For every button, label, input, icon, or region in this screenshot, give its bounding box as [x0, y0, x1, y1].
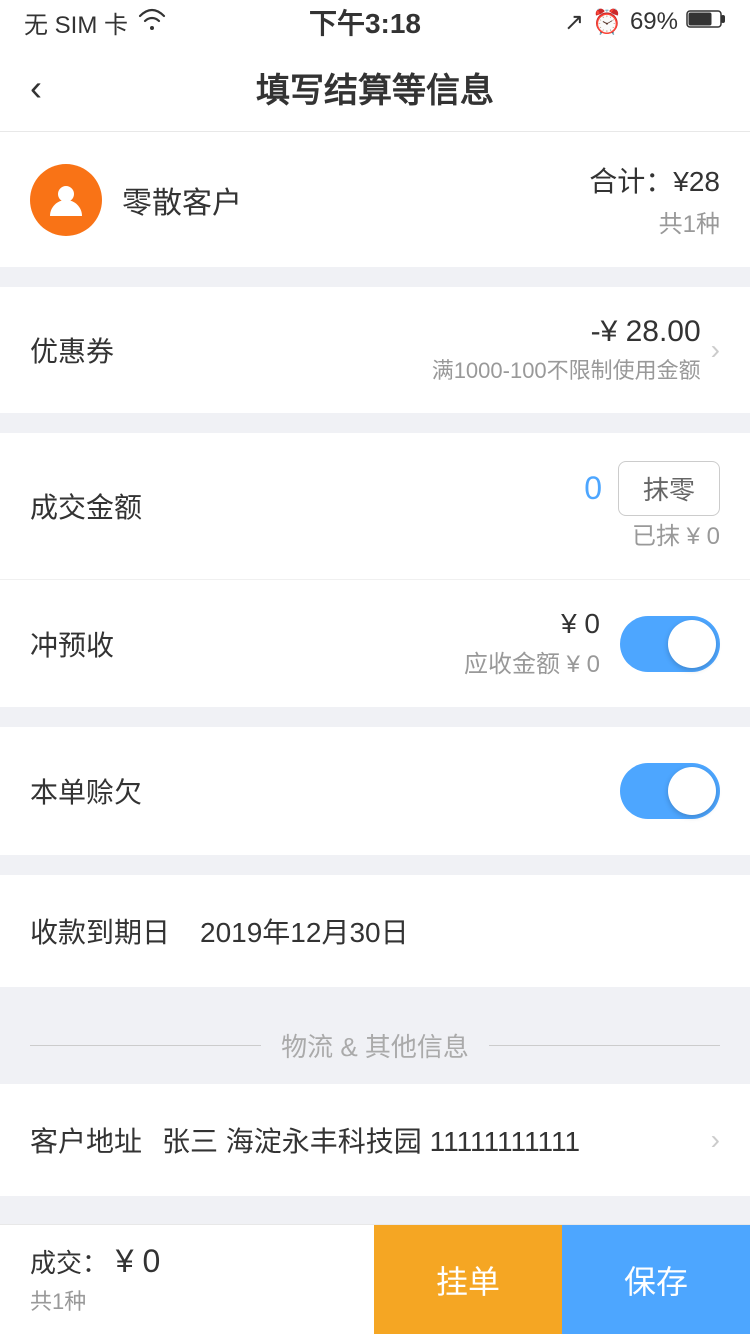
- toggle-knob: [668, 620, 716, 668]
- customer-info: 零散客户: [30, 164, 242, 236]
- divider-line-left: [30, 1045, 261, 1046]
- battery-text: 69%: [630, 8, 678, 36]
- amount-deducted: 已抹 ¥ 0: [584, 516, 720, 551]
- coupon-discount: -¥ 28.00: [432, 315, 701, 349]
- prepay-receivable: 应收金额 ¥ 0: [464, 644, 600, 679]
- status-bar: 无 SIM 卡 下午3:18 ↗ ⏰ 69%: [0, 0, 750, 44]
- battery-icon: [686, 8, 726, 36]
- due-date-label: 收款到期日: [30, 911, 170, 951]
- page-title: 填写结算等信息: [256, 63, 494, 112]
- transaction-row: 成交金额 0 抹零 已抹 ¥ 0: [0, 433, 750, 580]
- logistics-divider: 物流 & 其他信息: [0, 1007, 750, 1084]
- nav-bar: ‹ 填写结算等信息: [0, 44, 750, 132]
- coupon-description: 满1000-100不限制使用金额: [432, 353, 701, 385]
- transaction-value: 0: [584, 470, 602, 507]
- prepay-amounts: ¥ 0 应收金额 ¥ 0: [464, 608, 600, 679]
- divider-line-right: [489, 1045, 720, 1046]
- status-left: 无 SIM 卡: [24, 5, 166, 40]
- coupon-chevron-icon: ›: [711, 334, 720, 366]
- bottom-deal-amount: ¥ 0: [116, 1243, 160, 1279]
- save-button[interactable]: 保存: [562, 1225, 750, 1334]
- total-count: 共1种: [589, 204, 720, 239]
- total-amount: 合计：¥28: [589, 160, 720, 200]
- status-time: 下午3:18: [309, 2, 421, 42]
- prepay-row: 冲预收 ¥ 0 应收金额 ¥ 0: [0, 580, 750, 707]
- transaction-label: 成交金额: [30, 486, 142, 526]
- coupon-row[interactable]: 优惠券 -¥ 28.00 满1000-100不限制使用金额 ›: [0, 287, 750, 413]
- status-right: ↗ ⏰ 69%: [564, 8, 726, 37]
- transaction-value-row: 0 抹零: [584, 461, 720, 516]
- avatar: [30, 164, 102, 236]
- bottom-count: 共1种: [30, 1284, 344, 1316]
- debt-toggle-knob: [668, 767, 716, 815]
- prepay-amount: ¥ 0: [464, 608, 600, 640]
- due-date-value: 2019年12月30日: [200, 911, 409, 951]
- prepay-label: 冲预收: [30, 624, 114, 664]
- round-button[interactable]: 抹零: [618, 461, 720, 516]
- bottom-deal-row: 成交： ¥ 0: [30, 1243, 344, 1280]
- logistics-label: 物流 & 其他信息: [281, 1027, 469, 1064]
- debt-label: 本单赊欠: [30, 771, 142, 811]
- debt-row: 本单赊欠: [0, 727, 750, 855]
- customer-total: 合计：¥28 共1种: [589, 160, 720, 239]
- bottom-info: 成交： ¥ 0 共1种: [0, 1243, 374, 1316]
- sim-text: 无 SIM 卡: [24, 5, 128, 40]
- bottom-bar: 成交： ¥ 0 共1种 挂单 保存: [0, 1224, 750, 1334]
- address-chevron-icon: ›: [711, 1124, 720, 1156]
- prepay-toggle[interactable]: [620, 616, 720, 672]
- location-icon: ↗: [564, 8, 584, 37]
- back-button[interactable]: ‹: [30, 67, 90, 109]
- debt-toggle[interactable]: [620, 763, 720, 819]
- wifi-icon: [138, 8, 166, 37]
- transaction-group: 成交金额 0 抹零 已抹 ¥ 0 冲预收 ¥ 0 应收金额 ¥ 0: [0, 433, 750, 707]
- hang-button[interactable]: 挂单: [374, 1225, 562, 1334]
- address-label: 客户地址: [30, 1120, 142, 1160]
- bottom-deal-label: 成交：: [30, 1248, 108, 1278]
- address-row[interactable]: 客户地址 张三 海淀永丰科技园 11111111111 ›: [0, 1084, 750, 1196]
- customer-row: 零散客户 合计：¥28 共1种: [0, 132, 750, 267]
- address-value: 张三 海淀永丰科技园 11111111111: [162, 1120, 711, 1160]
- due-date-row: 收款到期日 2019年12月30日: [0, 875, 750, 987]
- customer-name: 零散客户: [122, 178, 242, 222]
- coupon-right: -¥ 28.00 满1000-100不限制使用金额 ›: [432, 315, 720, 385]
- coupon-label: 优惠券: [30, 330, 114, 370]
- alarm-icon: ⏰: [592, 8, 622, 37]
